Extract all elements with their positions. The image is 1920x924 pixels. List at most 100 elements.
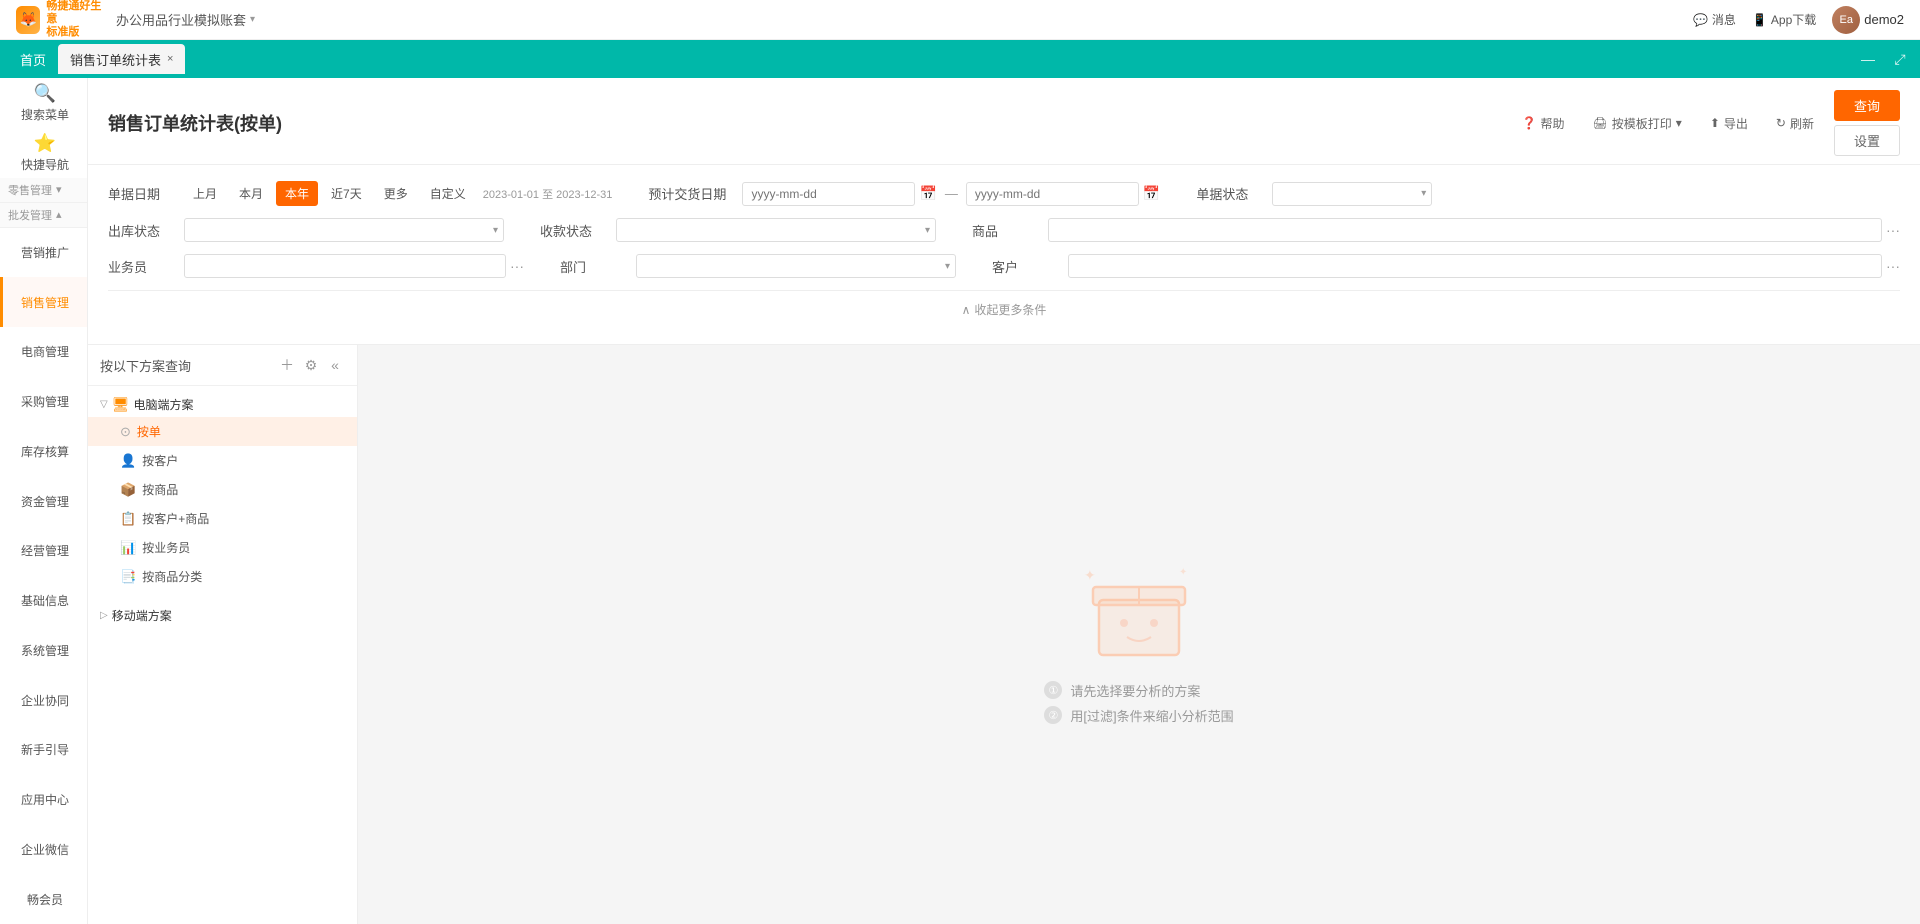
hint-text-2: 用[过滤]条件来缩小分析范围 — [1070, 706, 1233, 725]
sidebar-marketing-label: 营销推广 — [21, 244, 69, 261]
message-action[interactable]: 💬 消息 — [1693, 11, 1736, 28]
date-btn-custom[interactable]: 自定义 — [421, 181, 475, 206]
dept-label: 部门 — [560, 257, 620, 276]
scheme-item-bysalesperson[interactable]: 📊 按业务员 — [88, 533, 357, 562]
help-btn[interactable]: ❓ 帮助 — [1514, 111, 1573, 136]
scheme-group-pc-title[interactable]: ▽ 🖥 电脑端方案 — [88, 392, 357, 417]
salesperson-input[interactable] — [184, 254, 506, 278]
hint-text-1: 请先选择要分析的方案 — [1070, 681, 1200, 700]
pc-group-label: 电脑端方案 — [133, 396, 193, 413]
bycustomer-icon: 👤 — [120, 453, 136, 469]
scheme-add-icon[interactable]: ＋ — [277, 355, 297, 375]
sidebar-item-sales[interactable]: 销售管理 — [0, 277, 87, 327]
expected-date-start[interactable] — [742, 182, 915, 206]
goods-label: 商品 — [972, 221, 1032, 240]
filter-row-date: 单据日期 上月 本月 本年 近7天 更多 自定义 2023-01-01 至 20… — [108, 181, 1900, 206]
settings-btn[interactable]: 设置 — [1834, 125, 1900, 156]
calendar-end-icon[interactable]: 📅 — [1143, 185, 1160, 202]
calendar-start-icon[interactable]: 📅 — [919, 185, 936, 202]
bycategory-icon: 📑 — [120, 569, 136, 585]
scheme-collapse-icon[interactable]: « — [325, 355, 345, 375]
query-btn[interactable]: 查询 — [1834, 90, 1900, 121]
query-btn-group: 查询 设置 — [1834, 90, 1900, 156]
sidebar-item-search-label: 搜索菜单 — [21, 106, 69, 123]
filter-panel: 单据日期 上月 本月 本年 近7天 更多 自定义 2023-01-01 至 20… — [88, 165, 1920, 345]
tab-close-icon[interactable]: × — [167, 53, 173, 65]
goods-dots[interactable]: ··· — [1886, 222, 1900, 238]
ship-status-select[interactable] — [184, 218, 504, 242]
sidebar-item-system[interactable]: 系统管理 — [0, 626, 87, 676]
workspace-dropdown-icon[interactable]: ▾ — [250, 14, 255, 25]
scheme-item-byorder[interactable]: ⊙ 按单 — [88, 417, 357, 446]
scheme-item-bycategory[interactable]: 📑 按商品分类 — [88, 562, 357, 591]
scheme-settings-icon[interactable]: ⚙ — [301, 355, 321, 375]
tab-bar-right: — ⤢ — [1856, 47, 1912, 71]
customer-input[interactable] — [1068, 254, 1882, 278]
dept-select[interactable] — [636, 254, 956, 278]
sidebar-item-member[interactable]: 畅会员 — [0, 874, 87, 924]
date-btn-thismonth[interactable]: 本月 — [230, 181, 272, 206]
svg-text:✦: ✦ — [1179, 567, 1187, 578]
sidebar-item-corp[interactable]: 企业协同 — [0, 675, 87, 725]
order-status-select[interactable] — [1272, 182, 1432, 206]
date-btn-more[interactable]: 更多 — [375, 181, 417, 206]
expected-date-end[interactable] — [966, 182, 1139, 206]
refresh-btn[interactable]: ↻ 刷新 — [1768, 111, 1822, 136]
payment-status-label: 收款状态 — [540, 221, 600, 240]
template-print-btn[interactable]: 🖨 按模板打印 ▾ — [1585, 111, 1690, 136]
sidebar-item-inventory[interactable]: 库存核算 — [0, 427, 87, 477]
export-btn[interactable]: ⬆ 导出 — [1702, 111, 1756, 136]
salesperson-dots[interactable]: ··· — [510, 258, 524, 274]
scheme-item-bycustomer[interactable]: 👤 按客户 — [88, 446, 357, 475]
sidebar-item-corpwechat[interactable]: 企业微信 — [0, 825, 87, 875]
sidebar-item-shortcut[interactable]: ⭐ 快捷导航 — [0, 128, 87, 178]
payment-status-select[interactable] — [616, 218, 936, 242]
sidebar-item-finance[interactable]: 资金管理 — [0, 476, 87, 526]
sidebar-item-marketing[interactable]: 营销推广 — [0, 228, 87, 278]
sidebar-item-search[interactable]: 🔍 搜索菜单 — [0, 78, 87, 128]
workspace-name: 办公用品行业模拟账套 — [116, 10, 246, 29]
tab-active[interactable]: 销售订单统计表 × — [58, 44, 185, 74]
tab-home[interactable]: 首页 — [8, 44, 58, 74]
bycategory-label: 按商品分类 — [142, 568, 202, 585]
sidebar-item-operation[interactable]: 经营管理 — [0, 526, 87, 576]
collapse-bar[interactable]: ∧ 收起更多条件 — [108, 290, 1900, 328]
date-btn-7days[interactable]: 近7天 — [322, 181, 371, 206]
customer-dots[interactable]: ··· — [1886, 258, 1900, 274]
bygoods-label: 按商品 — [142, 481, 178, 498]
goods-input[interactable] — [1048, 218, 1882, 242]
active-tab-label: 销售订单统计表 — [70, 50, 161, 69]
date-btn-lastmonth[interactable]: 上月 — [184, 181, 226, 206]
scheme-item-bygoods[interactable]: 📦 按商品 — [88, 475, 357, 504]
right-main: 销售订单统计表(按单) ❓ 帮助 🖨 按模板打印 ▾ ⬆ 导出 ↻ 刷新 — [88, 78, 1920, 924]
user-action[interactable]: Ea demo2 — [1832, 6, 1904, 34]
export-label: 导出 — [1724, 115, 1748, 132]
tab-minimize-btn[interactable]: — — [1856, 47, 1880, 71]
bygoods-icon: 📦 — [120, 482, 136, 498]
sidebar-item-newguide[interactable]: 新手引导 — [0, 725, 87, 775]
scheme-item-bycustomergoods[interactable]: 📋 按客户+商品 — [88, 504, 357, 533]
sidebar-retail-header[interactable]: 零售管理 ▾ — [0, 178, 87, 203]
sidebar: 🔍 搜索菜单 ⭐ 快捷导航 零售管理 ▾ 批发管理 ▴ 营销推广 销售管理 电商… — [0, 78, 88, 924]
filter-row-status: 出库状态 ▾ 收款状态 ▾ 商品 ··· — [108, 218, 1900, 242]
sidebar-item-purchase[interactable]: 采购管理 — [0, 377, 87, 427]
template-print-label: 按模板打印 — [1612, 115, 1672, 132]
scheme-group-mobile-title[interactable]: ▷ 移动端方案 — [88, 603, 357, 628]
date-range-text: 2023-01-01 至 2023-12-31 — [483, 186, 613, 202]
date-btn-thisyear[interactable]: 本年 — [276, 181, 318, 206]
page-title: 销售订单统计表(按单) — [108, 110, 282, 136]
wholesale-toggle-icon: ▴ — [56, 208, 62, 221]
sidebar-retail-label: 零售管理 — [8, 182, 52, 198]
sidebar-member-label: 畅会员 — [27, 891, 63, 908]
customer-label: 客户 — [992, 257, 1052, 276]
bysalesperson-label: 按业务员 — [142, 539, 190, 556]
print-icon: 🖨 — [1593, 116, 1608, 130]
sidebar-item-basic[interactable]: 基础信息 — [0, 576, 87, 626]
sidebar-item-appcenter[interactable]: 应用中心 — [0, 775, 87, 825]
sidebar-wholesale-header[interactable]: 批发管理 ▴ — [0, 203, 87, 228]
sidebar-item-ecommerce[interactable]: 电商管理 — [0, 327, 87, 377]
sidebar-inventory-label: 库存核算 — [21, 443, 69, 460]
avatar: Ea — [1832, 6, 1860, 34]
tab-expand-btn[interactable]: ⤢ — [1888, 47, 1912, 71]
app-download-action[interactable]: 📱 App下载 — [1752, 11, 1816, 28]
